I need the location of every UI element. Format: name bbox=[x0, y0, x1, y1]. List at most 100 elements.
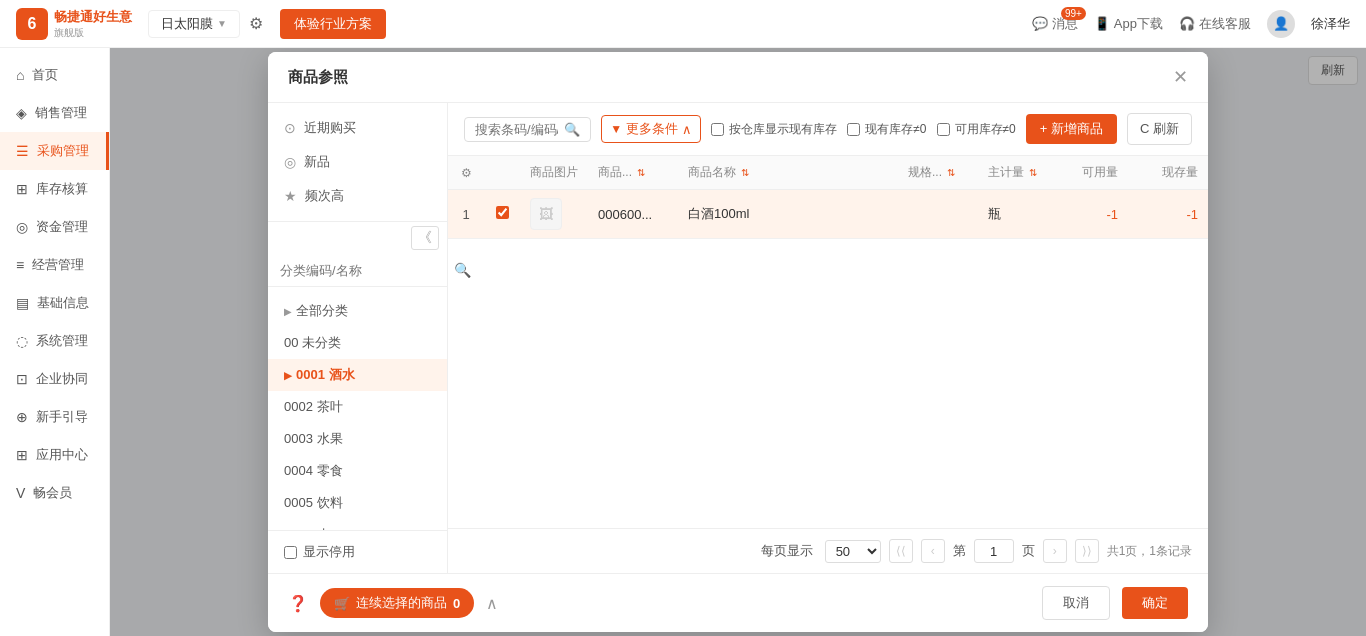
member-icon: V bbox=[16, 485, 25, 501]
col-name-header[interactable]: 商品名称 ⇅ bbox=[678, 156, 898, 190]
col-code-header[interactable]: 商品... ⇅ bbox=[588, 156, 678, 190]
col-unit-label: 主计量 bbox=[988, 165, 1024, 179]
category-label: 0003 水果 bbox=[284, 430, 343, 448]
collapse-icon[interactable]: ∧ bbox=[486, 594, 498, 613]
last-page-button[interactable]: ⟩⟩ bbox=[1075, 539, 1099, 563]
product-image-cell: 🖼 bbox=[520, 190, 588, 239]
message-icon: 💬 bbox=[1032, 16, 1048, 31]
messages-button[interactable]: 💬 消息 99+ bbox=[1032, 15, 1078, 33]
sidebar-item-finance[interactable]: ◎ 资金管理 bbox=[0, 208, 109, 246]
store-selector[interactable]: 日太阳膜 ▼ bbox=[148, 10, 240, 38]
category-list: ▶ 全部分类 00 未分类 ▶ 0001 酒水 0002 茶 bbox=[268, 287, 447, 530]
app-download-button[interactable]: 📱 App下载 bbox=[1094, 15, 1163, 33]
frequent-tab-label: 频次高 bbox=[305, 187, 344, 205]
table-row[interactable]: 1 🖼 bbox=[448, 190, 1208, 239]
row-number: 1 bbox=[448, 190, 484, 239]
sidebar-item-member[interactable]: V 畅会员 bbox=[0, 474, 109, 512]
collapse-button[interactable]: 《 bbox=[411, 226, 439, 250]
category-item-all[interactable]: ▶ 全部分类 bbox=[268, 295, 447, 327]
product-available-cell: -1 bbox=[1048, 190, 1128, 239]
filter-button[interactable]: ▼ 更多条件 ∧ bbox=[601, 115, 701, 143]
category-label: 0001 酒水 bbox=[296, 366, 355, 384]
headset-icon: 🎧 bbox=[1179, 16, 1195, 31]
product-spec-cell bbox=[898, 190, 978, 239]
logo-area: 6 畅捷通好生意 旗舰版 bbox=[16, 8, 132, 40]
customer-service-button[interactable]: 🎧 在线客服 bbox=[1179, 15, 1251, 33]
warehouse-checkbox[interactable] bbox=[711, 123, 724, 136]
sidebar-item-inventory[interactable]: ⊞ 库存核算 bbox=[0, 170, 109, 208]
new-products-tab[interactable]: ◎ 新品 bbox=[268, 145, 447, 179]
arrow-icon: ▶ bbox=[284, 306, 292, 317]
stock-ne0-filter[interactable]: 现有库存≠0 bbox=[847, 121, 926, 138]
cancel-button[interactable]: 取消 bbox=[1042, 586, 1110, 620]
pagination: 每页显示 50 10 20 100 ⟨⟨ ‹ 第 页 bbox=[448, 528, 1208, 573]
sidebar-item-operations[interactable]: ≡ 经营管理 bbox=[0, 246, 109, 284]
category-search-box: 🔍 bbox=[268, 254, 447, 287]
category-item-liquor[interactable]: ▶ 0001 酒水 bbox=[268, 359, 447, 391]
col-spec-header[interactable]: 规格... ⇅ bbox=[898, 156, 978, 190]
avail-ne0-checkbox[interactable] bbox=[937, 123, 950, 136]
category-item-tea[interactable]: 0002 茶叶 bbox=[268, 391, 447, 423]
show-disabled-input[interactable] bbox=[284, 546, 297, 559]
sidebar-item-system[interactable]: ◌ 系统管理 bbox=[0, 322, 109, 360]
category-label: 00 未分类 bbox=[284, 334, 341, 352]
frequent-tab[interactable]: ★ 频次高 bbox=[268, 179, 447, 213]
sidebar-item-guide[interactable]: ⊕ 新手引导 bbox=[0, 398, 109, 436]
avatar[interactable]: 👤 bbox=[1267, 10, 1295, 38]
purchase-icon: ☰ bbox=[16, 143, 29, 159]
prev-page-button[interactable]: ‹ bbox=[921, 539, 945, 563]
add-product-button[interactable]: + 新增商品 bbox=[1026, 114, 1117, 144]
avail-ne0-filter[interactable]: 可用库存≠0 bbox=[937, 121, 1016, 138]
service-label: 在线客服 bbox=[1199, 15, 1251, 33]
help-icon[interactable]: ❓ bbox=[288, 594, 308, 613]
search-icon[interactable]: 🔍 bbox=[564, 122, 580, 137]
sidebar-label-sales: 销售管理 bbox=[35, 104, 87, 122]
product-name-cell: 白酒100ml bbox=[678, 190, 898, 239]
ops-icon: ≡ bbox=[16, 257, 24, 273]
gear-icon[interactable]: ⚙ bbox=[240, 8, 272, 40]
sidebar-item-basic-info[interactable]: ▤ 基础信息 bbox=[0, 284, 109, 322]
sidebar-item-sales[interactable]: ◈ 销售管理 bbox=[0, 94, 109, 132]
col-unit-header[interactable]: 主计量 ⇅ bbox=[978, 156, 1048, 190]
category-item-snack[interactable]: 0004 零食 bbox=[268, 455, 447, 487]
category-label: 0002 茶叶 bbox=[284, 398, 343, 416]
warehouse-filter[interactable]: 按仓库显示现有库存 bbox=[711, 121, 837, 138]
cart-button[interactable]: 🛒 连续选择的商品 0 bbox=[320, 588, 474, 618]
category-item-fruit[interactable]: 0003 水果 bbox=[268, 423, 447, 455]
col-avail-header: 可用量 bbox=[1048, 156, 1128, 190]
stock-ne0-label: 现有库存≠0 bbox=[865, 121, 926, 138]
sidebar-label-operations: 经营管理 bbox=[32, 256, 84, 274]
next-page-button[interactable]: › bbox=[1043, 539, 1067, 563]
page-number-input[interactable] bbox=[974, 539, 1014, 563]
new-tab-label: 新品 bbox=[304, 153, 330, 171]
sidebar-item-purchase[interactable]: ☰ 采购管理 bbox=[0, 132, 109, 170]
arrow-icon: ▶ bbox=[284, 370, 292, 381]
recent-purchase-tab[interactable]: ⊙ 近期购买 bbox=[268, 111, 447, 145]
product-table-body: 1 🖼 bbox=[448, 190, 1208, 239]
trial-button[interactable]: 体验行业方案 bbox=[280, 9, 386, 39]
quick-tabs: ⊙ 近期购买 ◎ 新品 ★ 频次高 bbox=[268, 103, 447, 222]
page-size-select[interactable]: 50 10 20 100 bbox=[825, 540, 881, 563]
sort-icon: ⇅ bbox=[1029, 167, 1037, 178]
close-icon[interactable]: ✕ bbox=[1173, 66, 1188, 88]
category-search-input[interactable] bbox=[280, 263, 448, 278]
refresh-button[interactable]: C 刷新 bbox=[1127, 113, 1192, 145]
col-spec-label: 规格... bbox=[908, 165, 942, 179]
stock-ne0-checkbox[interactable] bbox=[847, 123, 860, 136]
enterprise-icon: ⊡ bbox=[16, 371, 28, 387]
category-item-beverage[interactable]: 0005 饮料 bbox=[268, 487, 447, 519]
show-disabled-checkbox[interactable]: 显示停用 bbox=[284, 543, 431, 561]
category-item-water[interactable]: 0008 水 bbox=[268, 519, 447, 530]
product-unit-cell: 瓶 bbox=[978, 190, 1048, 239]
row-checkbox[interactable] bbox=[496, 206, 509, 219]
category-item-unclassified[interactable]: 00 未分类 bbox=[268, 327, 447, 359]
sidebar-item-enterprise[interactable]: ⊡ 企业协同 bbox=[0, 360, 109, 398]
sidebar-item-apps[interactable]: ⊞ 应用中心 bbox=[0, 436, 109, 474]
product-search-input[interactable] bbox=[475, 122, 558, 137]
confirm-button[interactable]: 确定 bbox=[1122, 587, 1188, 619]
sidebar-item-home[interactable]: ⌂ 首页 bbox=[0, 56, 109, 94]
info-icon: ▤ bbox=[16, 295, 29, 311]
left-panel: ⊙ 近期购买 ◎ 新品 ★ 频次高 bbox=[268, 103, 448, 573]
first-page-button[interactable]: ⟨⟨ bbox=[889, 539, 913, 563]
product-table: ⚙ 商品图片 商品... ⇅ 商品名称 bbox=[448, 156, 1208, 239]
